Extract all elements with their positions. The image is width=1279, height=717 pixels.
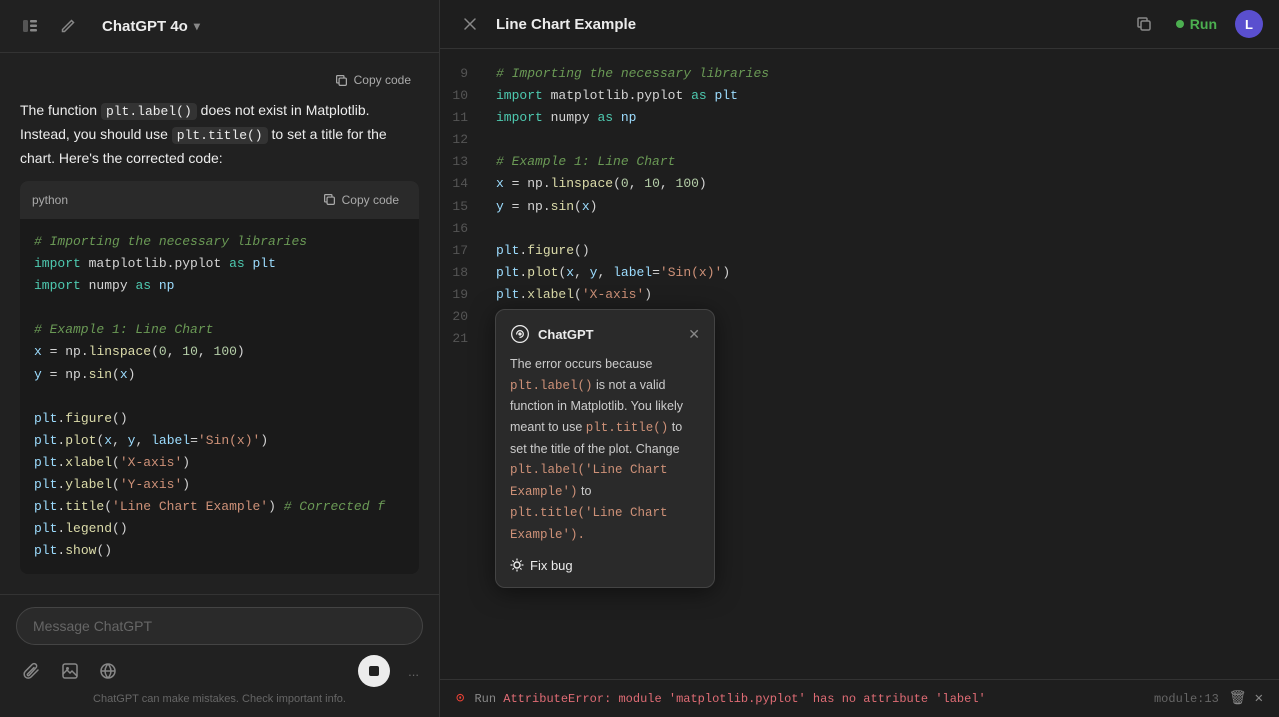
error-close-button[interactable]: ✕ bbox=[1255, 690, 1263, 707]
chat-footer: Message ChatGPT bbox=[0, 594, 439, 717]
error-actions: 🗑 ✕ bbox=[1229, 690, 1263, 707]
chatgpt-popup: ChatGPT ✕ The error occurs because plt.l… bbox=[495, 309, 715, 588]
code-lang-label: python bbox=[32, 193, 68, 207]
chevron-down-icon: ▾ bbox=[194, 19, 200, 33]
model-name: ChatGPT 4o bbox=[102, 18, 188, 35]
chat-footer-icons: ... bbox=[16, 655, 423, 687]
assistant-error-text: The function plt.label() does not exist … bbox=[20, 99, 419, 169]
fix-bug-button[interactable]: Fix bug bbox=[510, 558, 573, 573]
popup-body: The error occurs because plt.label() is … bbox=[510, 354, 700, 546]
copy-window-button[interactable] bbox=[1130, 10, 1158, 38]
run-button[interactable]: Run bbox=[1168, 12, 1225, 36]
error-trash-button[interactable]: 🗑 bbox=[1229, 690, 1247, 707]
close-button[interactable] bbox=[456, 10, 484, 38]
popup-close-button[interactable]: ✕ bbox=[688, 327, 700, 341]
bug-icon bbox=[510, 558, 524, 572]
error-bar: ⊙ Run AttributeError: module 'matplotlib… bbox=[440, 679, 1279, 717]
inline-code-1: plt.label() bbox=[101, 103, 197, 120]
disclaimer-text: ChatGPT can make mistakes. Check importa… bbox=[16, 693, 423, 705]
copy-code-bar-1: Copy code bbox=[20, 69, 419, 91]
user-avatar: L bbox=[1235, 10, 1263, 38]
globe-icon[interactable] bbox=[96, 659, 120, 683]
popup-logo: ChatGPT bbox=[510, 324, 594, 344]
code-area: 9 10 11 12 13 14 15 16 17 18 19 20 21 # … bbox=[440, 49, 1279, 717]
right-title: Line Chart Example bbox=[496, 16, 1118, 33]
image-icon[interactable] bbox=[58, 659, 82, 683]
popup-title: ChatGPT bbox=[538, 327, 594, 342]
error-text: Run AttributeError: module 'matplotlib.p… bbox=[474, 692, 1144, 706]
header-actions: Run L bbox=[1130, 10, 1263, 38]
run-label: Run bbox=[1190, 16, 1217, 32]
left-panel: ChatGPT 4o ▾ Copy code The function plt.… bbox=[0, 0, 440, 717]
edit-button[interactable] bbox=[54, 12, 82, 40]
popup-header: ChatGPT ✕ bbox=[510, 324, 700, 344]
code-block-header: python Copy code bbox=[20, 181, 419, 219]
message-input-label: Message ChatGPT bbox=[33, 618, 152, 634]
copy-code-label-2: Copy code bbox=[342, 193, 399, 207]
code-block: python Copy code # Importing the necessa… bbox=[20, 181, 419, 574]
right-panel: Line Chart Example Run L 9 10 11 bbox=[440, 0, 1279, 717]
top-bar: ChatGPT 4o ▾ bbox=[0, 0, 439, 53]
code-body: # Importing the necessary libraries impo… bbox=[20, 219, 419, 574]
popup-body-text: The error occurs because plt.label() is … bbox=[510, 357, 683, 541]
attach-icon[interactable] bbox=[20, 659, 44, 683]
stop-icon bbox=[369, 666, 379, 676]
chatgpt-logo-icon bbox=[510, 324, 530, 344]
error-icon: ⊙ bbox=[456, 690, 464, 707]
error-module-ref: module:13 bbox=[1154, 692, 1219, 706]
copy-code-label-1: Copy code bbox=[354, 73, 411, 87]
inline-code-2: plt.title() bbox=[172, 127, 268, 144]
chat-content: Copy code The function plt.label() does … bbox=[0, 53, 439, 594]
top-bar-icons bbox=[16, 12, 82, 40]
run-dot-icon bbox=[1176, 20, 1184, 28]
fix-bug-label: Fix bug bbox=[530, 558, 573, 573]
copy-code-button-2[interactable]: Copy code bbox=[315, 189, 407, 211]
model-selector[interactable]: ChatGPT 4o ▾ bbox=[94, 14, 208, 39]
stop-button[interactable] bbox=[358, 655, 390, 687]
right-header: Line Chart Example Run L bbox=[440, 0, 1279, 49]
stop-indicator: ... bbox=[408, 664, 419, 679]
message-input[interactable]: Message ChatGPT bbox=[16, 607, 423, 645]
copy-code-button-1[interactable]: Copy code bbox=[327, 69, 419, 91]
line-numbers: 9 10 11 12 13 14 15 16 17 18 19 20 21 bbox=[440, 49, 480, 717]
sidebar-toggle-button[interactable] bbox=[16, 12, 44, 40]
